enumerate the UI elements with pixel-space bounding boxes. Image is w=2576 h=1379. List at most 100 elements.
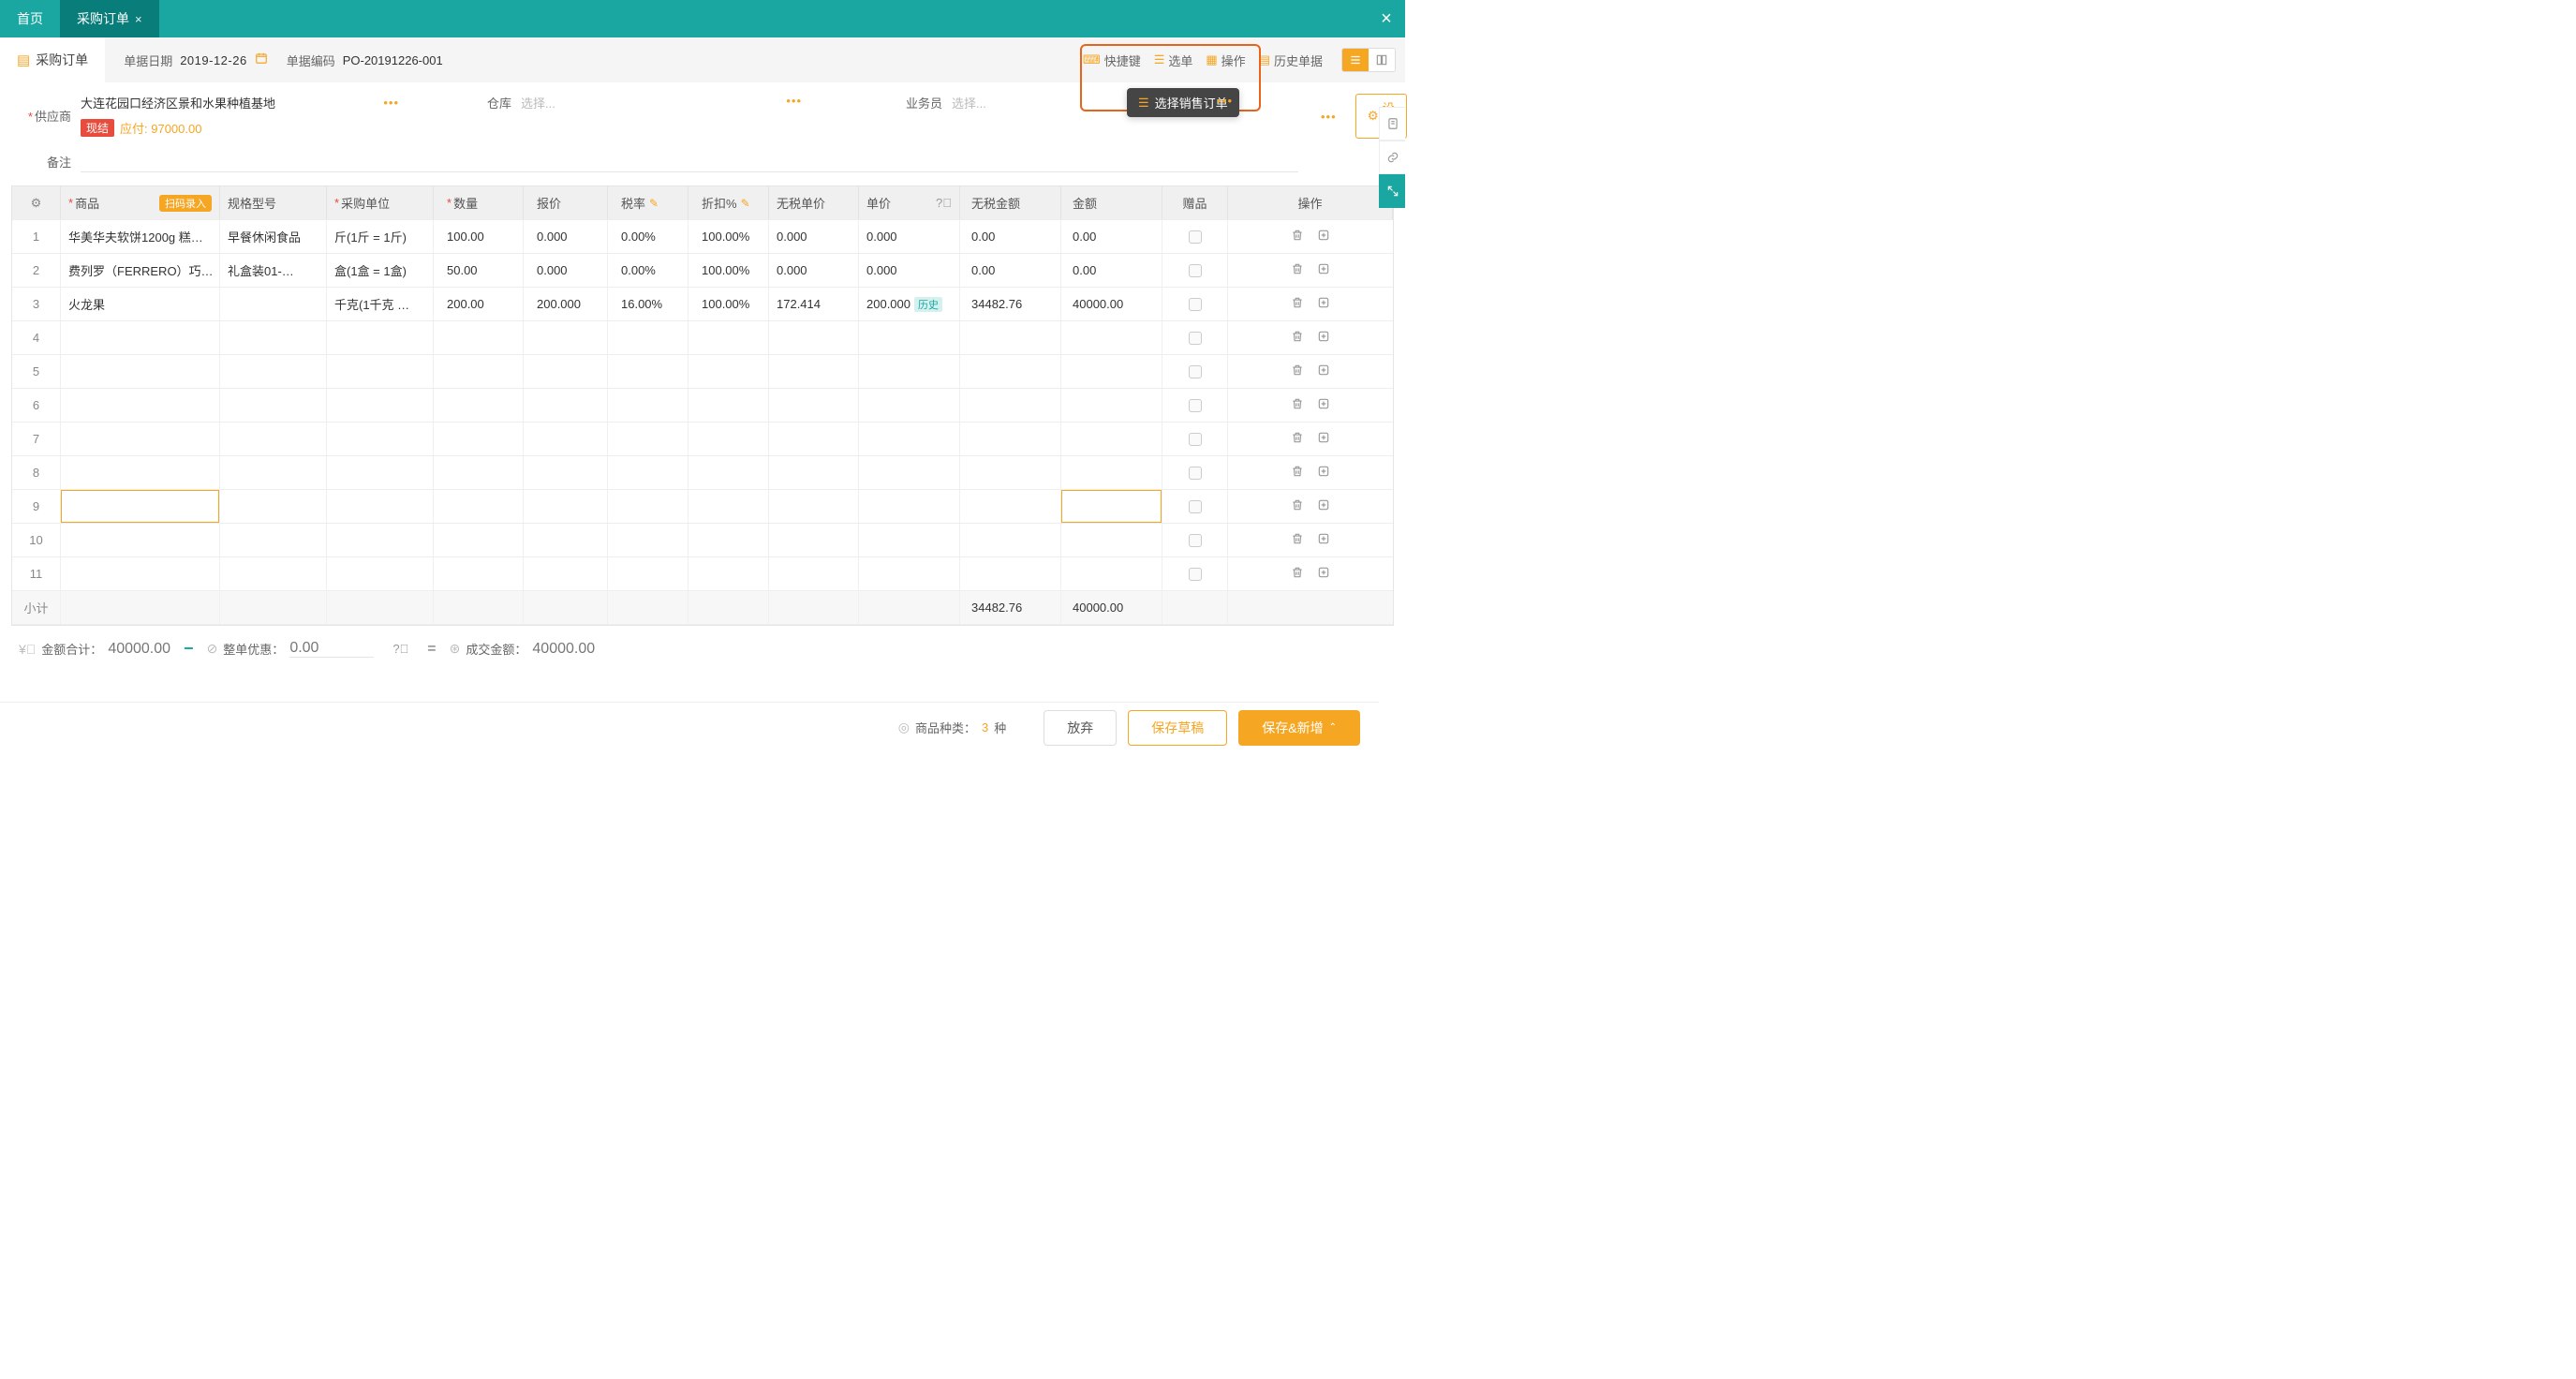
delete-row-icon[interactable] xyxy=(1291,566,1304,582)
edit-icon[interactable]: ✎ xyxy=(649,197,659,210)
cell-quote[interactable] xyxy=(524,490,608,523)
cell-quote[interactable] xyxy=(524,524,608,556)
gift-checkbox[interactable] xyxy=(1189,332,1202,345)
supplier-more-icon[interactable]: ••• xyxy=(383,96,399,110)
tab-po[interactable]: 采购订单 × xyxy=(60,0,159,37)
cell-tax[interactable] xyxy=(608,321,688,354)
cell-price[interactable] xyxy=(859,423,960,455)
cell-gift[interactable] xyxy=(1162,389,1228,422)
add-row-icon[interactable] xyxy=(1317,397,1330,413)
cell-product[interactable] xyxy=(61,321,220,354)
save-new-button[interactable]: 保存&新增 ⌃ xyxy=(1238,710,1360,746)
add-row-icon[interactable] xyxy=(1317,532,1330,548)
cell-price[interactable] xyxy=(859,557,960,590)
cell-product[interactable]: 费列罗（FERRERO）巧… xyxy=(61,254,220,287)
edit-icon[interactable]: ✎ xyxy=(741,197,750,210)
cell-gift[interactable] xyxy=(1162,524,1228,556)
discount-value[interactable]: 0.00 xyxy=(289,640,374,658)
history-button[interactable]: ▤历史单据 xyxy=(1259,52,1323,69)
cell-unit[interactable] xyxy=(327,355,434,388)
window-close-button[interactable]: × xyxy=(1368,0,1405,37)
help-icon[interactable]: ?⃝ xyxy=(936,196,952,210)
cell-quote[interactable] xyxy=(524,456,608,489)
cell-unit[interactable] xyxy=(327,557,434,590)
cell-ntamount[interactable]: 0.00 xyxy=(960,254,1061,287)
cell-product[interactable] xyxy=(61,355,220,388)
cell-gift[interactable] xyxy=(1162,288,1228,320)
table-row[interactable]: 3 火龙果 千克(1千克 … 200.00 200.000 16.00% 100… xyxy=(12,288,1393,321)
rail-expand-button[interactable] xyxy=(1379,174,1405,208)
cell-unit[interactable] xyxy=(327,490,434,523)
cell-ntamount[interactable]: 0.00 xyxy=(960,220,1061,253)
cell-gift[interactable] xyxy=(1162,321,1228,354)
cell-ntprice[interactable] xyxy=(769,355,859,388)
cell-spec[interactable] xyxy=(220,490,327,523)
gift-checkbox[interactable] xyxy=(1189,534,1202,547)
cell-ntamount[interactable] xyxy=(960,355,1061,388)
cell-ntamount[interactable] xyxy=(960,456,1061,489)
gift-checkbox[interactable] xyxy=(1189,399,1202,412)
cell-qty[interactable] xyxy=(434,490,524,523)
cell-tax[interactable]: 0.00% xyxy=(608,220,688,253)
cell-amount[interactable] xyxy=(1061,389,1162,422)
cell-discount[interactable] xyxy=(688,423,769,455)
cell-spec[interactable]: 礼盒装01-… xyxy=(220,254,327,287)
remark-input[interactable] xyxy=(81,150,1298,172)
cell-qty[interactable] xyxy=(434,524,524,556)
cell-ntprice[interactable]: 172.414 xyxy=(769,288,859,320)
add-row-icon[interactable] xyxy=(1317,262,1330,278)
cell-product[interactable] xyxy=(61,423,220,455)
table-row[interactable]: 8 xyxy=(12,456,1393,490)
cell-unit[interactable]: 千克(1千克 … xyxy=(327,288,434,320)
cell-ntprice[interactable] xyxy=(769,456,859,489)
gift-checkbox[interactable] xyxy=(1189,433,1202,446)
cell-qty[interactable]: 50.00 xyxy=(434,254,524,287)
delete-row-icon[interactable] xyxy=(1291,296,1304,312)
cell-discount[interactable]: 100.00% xyxy=(688,254,769,287)
cell-quote[interactable]: 0.000 xyxy=(524,254,608,287)
cell-tax[interactable]: 0.00% xyxy=(608,254,688,287)
cell-amount[interactable]: 40000.00 xyxy=(1061,288,1162,320)
cell-discount[interactable] xyxy=(688,557,769,590)
cell-price[interactable] xyxy=(859,456,960,489)
save-draft-button[interactable]: 保存草稿 xyxy=(1128,710,1227,746)
cell-spec[interactable]: 早餐休闲食品 xyxy=(220,220,327,253)
cell-amount[interactable] xyxy=(1061,456,1162,489)
delete-row-icon[interactable] xyxy=(1291,431,1304,447)
cell-tax[interactable] xyxy=(608,524,688,556)
cell-ntamount[interactable] xyxy=(960,423,1061,455)
cell-tax[interactable] xyxy=(608,389,688,422)
cell-ntamount[interactable] xyxy=(960,557,1061,590)
warehouse-input[interactable]: 选择... xyxy=(521,94,555,111)
table-row[interactable]: 1 华美华夫软饼1200g 糕… 早餐休闲食品 斤(1斤 = 1斤) 100.0… xyxy=(12,220,1393,254)
cell-product[interactable] xyxy=(61,524,220,556)
help-icon[interactable]: ?⃝ xyxy=(392,642,408,656)
cell-unit[interactable] xyxy=(327,524,434,556)
cell-product[interactable] xyxy=(61,490,220,523)
cell-price[interactable]: 200.000历史 xyxy=(859,288,960,320)
cell-unit[interactable] xyxy=(327,423,434,455)
gift-checkbox[interactable] xyxy=(1189,264,1202,277)
cell-discount[interactable] xyxy=(688,524,769,556)
cell-price[interactable]: 0.000 xyxy=(859,220,960,253)
cell-ntamount[interactable] xyxy=(960,389,1061,422)
cell-ntamount[interactable] xyxy=(960,524,1061,556)
gift-checkbox[interactable] xyxy=(1189,467,1202,480)
cell-price[interactable] xyxy=(859,321,960,354)
cell-discount[interactable]: 100.00% xyxy=(688,288,769,320)
scan-badge[interactable]: 扫码录入 xyxy=(159,195,212,212)
view-list-button[interactable] xyxy=(1342,49,1369,71)
table-row[interactable]: 10 xyxy=(12,524,1393,557)
cell-ntprice[interactable] xyxy=(769,321,859,354)
tab-home[interactable]: 首页 xyxy=(0,0,60,37)
cell-amount[interactable]: 0.00 xyxy=(1061,220,1162,253)
delete-row-icon[interactable] xyxy=(1291,363,1304,379)
cell-ntprice[interactable] xyxy=(769,423,859,455)
cell-qty[interactable] xyxy=(434,456,524,489)
cell-ntamount[interactable] xyxy=(960,490,1061,523)
form-more-icon[interactable]: ••• xyxy=(1321,110,1337,124)
cell-amount[interactable] xyxy=(1061,355,1162,388)
cell-gift[interactable] xyxy=(1162,490,1228,523)
delete-row-icon[interactable] xyxy=(1291,330,1304,346)
delete-row-icon[interactable] xyxy=(1291,532,1304,548)
